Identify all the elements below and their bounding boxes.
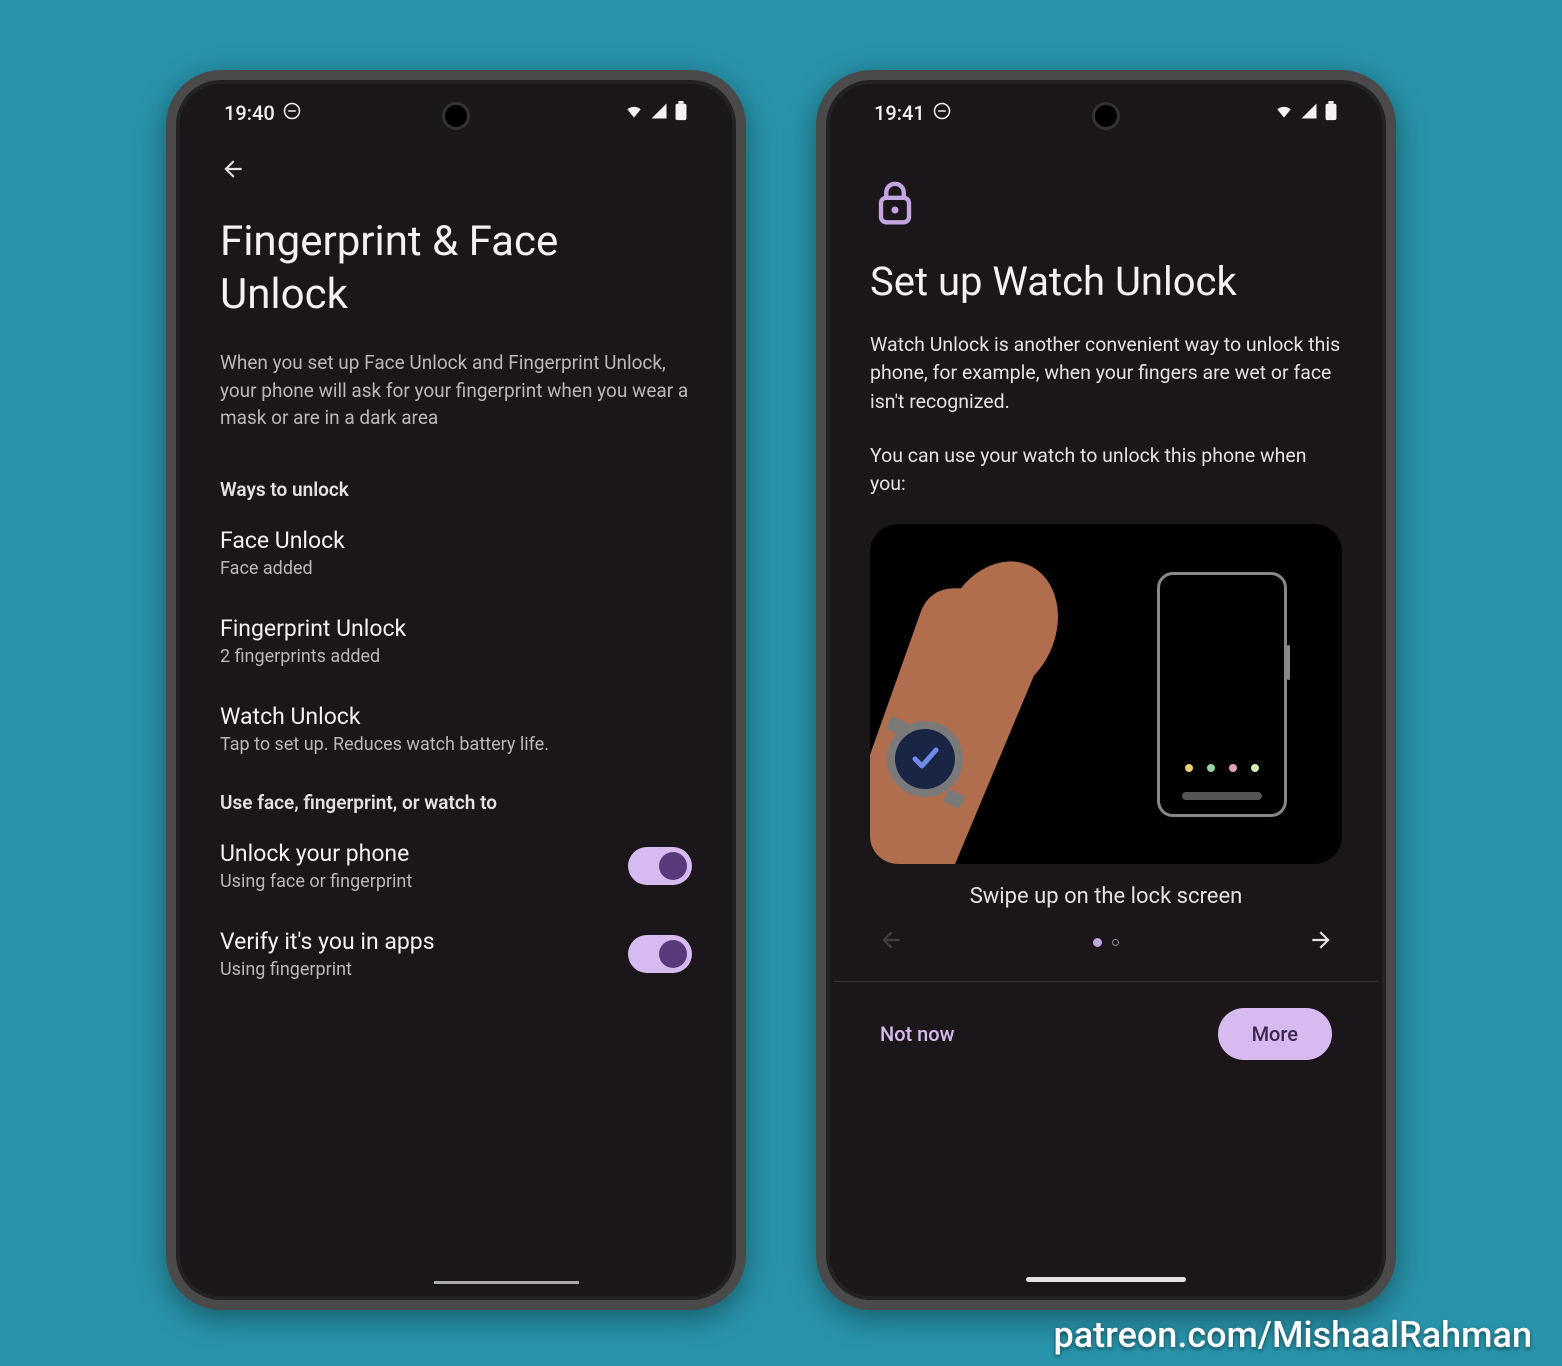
page-description: When you set up Face Unlock and Fingerpr… [220,349,692,432]
more-button[interactable]: More [1218,1008,1332,1060]
wifi-icon [624,101,644,126]
toggle-switch[interactable] [628,935,692,973]
page-description-2: You can use your watch to unlock this ph… [870,442,1342,499]
battery-icon [674,101,688,126]
status-time: 19:40 [224,101,275,125]
pager-next-button[interactable] [1308,927,1334,957]
illustration-caption: Swipe up on the lock screen [870,884,1342,909]
battery-icon [1324,101,1338,126]
status-time: 19:41 [874,101,925,125]
setting-fingerprint-unlock[interactable]: Fingerprint Unlock 2 fingerprints added [220,615,692,667]
page-title: Fingerprint & Face Unlock [220,216,692,321]
arm-illustration [870,544,1130,864]
gesture-nav-bar[interactable] [1026,1277,1186,1282]
page-title: Set up Watch Unlock [870,258,1342,305]
back-button[interactable] [220,167,246,186]
toggle-switch[interactable] [628,847,692,885]
setting-subtitle: Tap to set up. Reduces watch battery lif… [220,734,692,755]
do-not-disturb-icon [283,101,301,125]
illustration-card [870,524,1342,864]
pager-dots [1093,938,1119,947]
status-bar: 19:41 [834,88,1378,138]
setting-face-unlock[interactable]: Face Unlock Face added [220,527,692,579]
signal-icon [650,101,668,125]
setting-subtitle: Face added [220,558,692,579]
setting-title: Verify it's you in apps [220,928,612,955]
setting-title: Watch Unlock [220,703,692,730]
setting-title: Unlock your phone [220,840,612,867]
do-not-disturb-icon [933,101,951,125]
setting-subtitle: Using face or fingerprint [220,871,612,892]
pager-prev-button [878,927,904,957]
setting-title: Fingerprint Unlock [220,615,692,642]
setting-subtitle: Using fingerprint [220,959,612,980]
setting-title: Face Unlock [220,527,692,554]
phone-frame-left: 19:40 Fingerprint & Face Unloc [166,70,746,1310]
toggle-unlock-phone[interactable]: Unlock your phone Using face or fingerpr… [220,840,692,892]
scrollbar-hint [434,1281,579,1284]
wifi-icon [1274,101,1294,126]
lock-icon [874,213,916,232]
illustration-phone-outline [1157,572,1287,817]
signal-icon [1300,101,1318,125]
setting-watch-unlock[interactable]: Watch Unlock Tap to set up. Reduces watc… [220,703,692,755]
credit-text: patreon.com/MishaalRahman [1054,1314,1532,1356]
page-description-1: Watch Unlock is another convenient way t… [870,331,1342,416]
not-now-button[interactable]: Not now [880,1022,955,1046]
setting-subtitle: 2 fingerprints added [220,646,692,667]
status-bar: 19:40 [184,88,728,138]
phone-frame-right: 19:41 [816,70,1396,1310]
section-header-use: Use face, fingerprint, or watch to [220,791,692,814]
toggle-verify-apps[interactable]: Verify it's you in apps Using fingerprin… [220,928,692,980]
section-header-ways: Ways to unlock [220,478,692,501]
